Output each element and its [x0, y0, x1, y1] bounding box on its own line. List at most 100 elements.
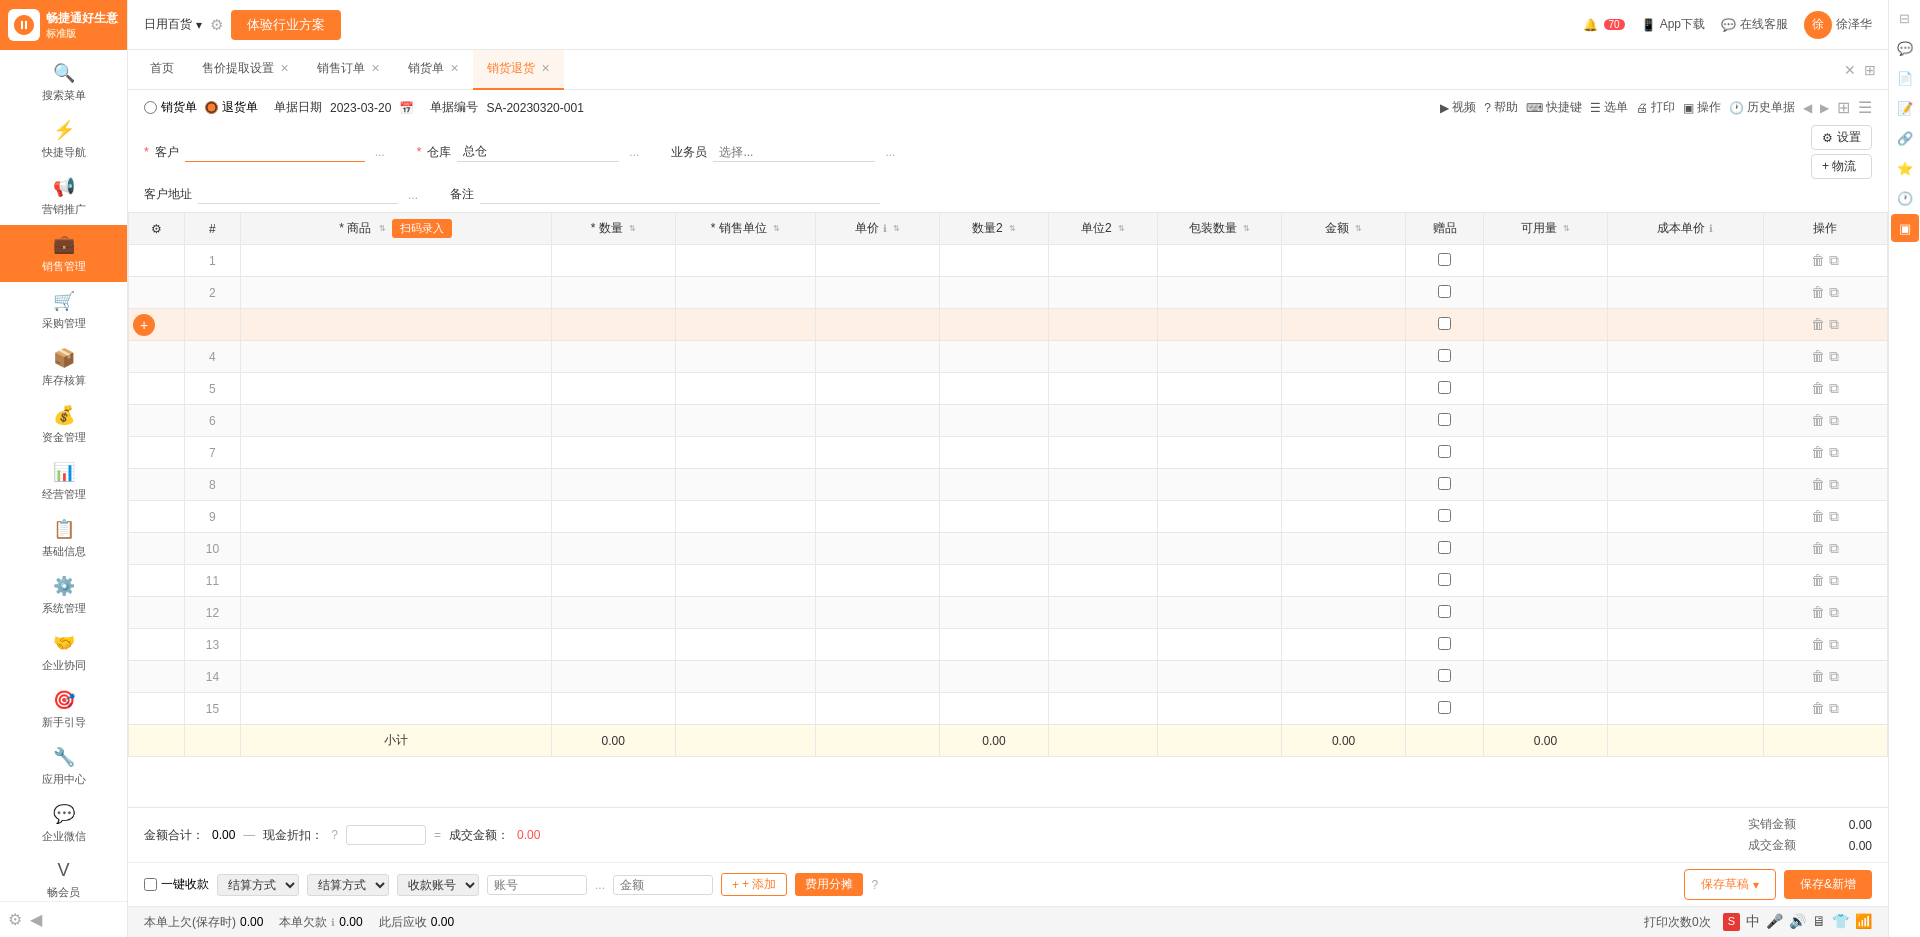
- row-gift-3[interactable]: [1406, 309, 1484, 341]
- rab-icon-6[interactable]: ⭐: [1891, 154, 1919, 182]
- delete-icon[interactable]: 🗑: [1811, 348, 1825, 365]
- copy-icon[interactable]: ⧉: [1829, 348, 1839, 365]
- row-gift-2[interactable]: [1406, 277, 1484, 309]
- th-settings[interactable]: ⚙: [129, 213, 185, 245]
- row-unit-1[interactable]: [675, 245, 815, 277]
- video-help[interactable]: ▶ 视频: [1440, 99, 1476, 116]
- sidebar-item-wechat[interactable]: 💬 企业微信: [0, 795, 127, 852]
- sidebar-item-operations[interactable]: 📊 经营管理: [0, 453, 127, 510]
- row-goods-3[interactable]: [240, 309, 551, 341]
- gift-checkbox-3[interactable]: [1438, 317, 1451, 330]
- copy-icon[interactable]: ⧉: [1829, 604, 1839, 621]
- nav-next-icon[interactable]: ▶: [1820, 101, 1829, 115]
- row-pkg-1[interactable]: [1157, 245, 1281, 277]
- online-service-link[interactable]: 💬 在线客服: [1721, 16, 1788, 33]
- tab-sales-order-close[interactable]: ✕: [371, 62, 380, 75]
- copy-icon[interactable]: ⧉: [1829, 668, 1839, 685]
- row-unit-2[interactable]: [675, 277, 815, 309]
- note-input[interactable]: [480, 185, 880, 204]
- row-gift-1[interactable]: [1406, 245, 1484, 277]
- sidebar-item-shortcut[interactable]: ⚡ 快捷导航: [0, 111, 127, 168]
- delete-icon[interactable]: 🗑: [1811, 508, 1825, 525]
- row-pkg-2[interactable]: [1157, 277, 1281, 309]
- pkg-sort-icon[interactable]: ⇅: [1243, 224, 1250, 233]
- settlement-method-select[interactable]: 结算方式: [217, 874, 299, 896]
- goods-input-3[interactable]: [245, 318, 547, 332]
- copy-row-1[interactable]: ⧉: [1829, 252, 1839, 269]
- delete-icon[interactable]: 🗑: [1811, 700, 1825, 717]
- history-button[interactable]: 🕐 历史单据: [1729, 99, 1795, 116]
- row-price-1[interactable]: [815, 245, 939, 277]
- expense-split-button[interactable]: 费用分摊: [795, 873, 863, 896]
- add-row-button[interactable]: +: [133, 314, 155, 336]
- list-view-icon[interactable]: ☰: [1858, 98, 1872, 117]
- delete-icon[interactable]: 🗑: [1811, 540, 1825, 557]
- delete-icon[interactable]: 🗑: [1811, 636, 1825, 653]
- delete-icon[interactable]: 🗑: [1811, 668, 1825, 685]
- row-price-2[interactable]: [815, 277, 939, 309]
- tab-sales-delivery[interactable]: 销货单 ✕: [394, 50, 473, 90]
- help-button[interactable]: ? 帮助: [1484, 99, 1518, 116]
- row-qty2-1[interactable]: [940, 245, 1049, 277]
- mic-icon[interactable]: 🎤: [1766, 913, 1783, 931]
- sidebar-item-sales[interactable]: 💼 销售管理: [0, 225, 127, 282]
- add-payment-button[interactable]: + + 添加: [721, 873, 787, 896]
- row-unit-3[interactable]: [675, 309, 815, 341]
- sidebar-item-finance[interactable]: 💰 资金管理: [0, 396, 127, 453]
- amount-input[interactable]: [613, 875, 713, 895]
- one-click-payment-checkbox[interactable]: 一键收款: [144, 876, 209, 893]
- qty-sort-icon[interactable]: ⇅: [629, 224, 636, 233]
- owe-info-icon[interactable]: ℹ: [331, 917, 335, 928]
- tab-sales-return-close[interactable]: ✕: [541, 62, 550, 75]
- user-profile[interactable]: 徐 徐泽华: [1804, 11, 1872, 39]
- copy-icon[interactable]: ⧉: [1829, 572, 1839, 589]
- sidebar-item-marketing[interactable]: 📢 营销推广: [0, 168, 127, 225]
- rab-icon-2[interactable]: 💬: [1891, 34, 1919, 62]
- delete-icon[interactable]: 🗑: [1811, 380, 1825, 397]
- row-qty2-3[interactable]: [940, 309, 1049, 341]
- account-dots[interactable]: ...: [595, 878, 605, 892]
- row-price-3[interactable]: [815, 309, 939, 341]
- copy-icon[interactable]: ⧉: [1829, 444, 1839, 461]
- s-icon-2[interactable]: 中: [1746, 913, 1760, 931]
- radio-sales-return[interactable]: 退货单: [205, 99, 258, 116]
- delete-icon[interactable]: 🗑: [1811, 476, 1825, 493]
- cash-discount-info[interactable]: ?: [331, 828, 338, 842]
- industry-dropdown[interactable]: 日用百货 ▾: [144, 16, 202, 33]
- app-download-link[interactable]: 📱 App下载: [1641, 16, 1705, 33]
- table-settings-icon[interactable]: ⚙: [151, 222, 162, 236]
- save-new-button[interactable]: 保存&新增: [1784, 870, 1872, 899]
- sidebar-item-newbie[interactable]: 🎯 新手引导: [0, 681, 127, 738]
- select-button[interactable]: ☰ 选单: [1590, 99, 1628, 116]
- copy-row-3[interactable]: ⧉: [1829, 316, 1839, 333]
- unit2-sort-icon[interactable]: ⇅: [1118, 224, 1125, 233]
- tabbar-expand-icon[interactable]: ⊞: [1860, 58, 1880, 82]
- sidebar-item-inventory[interactable]: 📦 库存核算: [0, 339, 127, 396]
- account-no-input[interactable]: [487, 875, 587, 895]
- salesperson-dots-btn[interactable]: ...: [885, 145, 895, 159]
- copy-icon[interactable]: ⧉: [1829, 636, 1839, 653]
- copy-icon[interactable]: ⧉: [1829, 380, 1839, 397]
- row-qty-3[interactable]: [551, 309, 675, 341]
- row-pkg-3[interactable]: [1157, 309, 1281, 341]
- copy-icon[interactable]: ⧉: [1829, 476, 1839, 493]
- tab-price-settings-close[interactable]: ✕: [280, 62, 289, 75]
- row-amount-2[interactable]: [1281, 277, 1405, 309]
- delete-row-3[interactable]: 🗑: [1811, 316, 1825, 333]
- tab-price-settings[interactable]: 售价提取设置 ✕: [188, 50, 303, 90]
- row-goods-2[interactable]: [240, 277, 551, 309]
- tab-sales-delivery-close[interactable]: ✕: [450, 62, 459, 75]
- unit-sort-icon[interactable]: ⇅: [773, 224, 780, 233]
- row-qty2-2[interactable]: [940, 277, 1049, 309]
- delete-icon[interactable]: 🗑: [1811, 604, 1825, 621]
- add-logistics-button[interactable]: + 物流: [1811, 154, 1872, 179]
- copy-icon[interactable]: ⧉: [1829, 412, 1839, 429]
- delete-icon[interactable]: 🗑: [1811, 412, 1825, 429]
- warehouse-dots-btn[interactable]: ...: [629, 145, 639, 159]
- settings-bottom-icon[interactable]: ⚙: [8, 910, 22, 929]
- sidebar-item-enterprise[interactable]: 🤝 企业协同: [0, 624, 127, 681]
- sidebar-item-apps[interactable]: 🔧 应用中心: [0, 738, 127, 795]
- calc-method-select[interactable]: 结算方式: [307, 874, 389, 896]
- notification-bell[interactable]: 🔔 70: [1583, 18, 1625, 32]
- rab-icon-5[interactable]: 🔗: [1891, 124, 1919, 152]
